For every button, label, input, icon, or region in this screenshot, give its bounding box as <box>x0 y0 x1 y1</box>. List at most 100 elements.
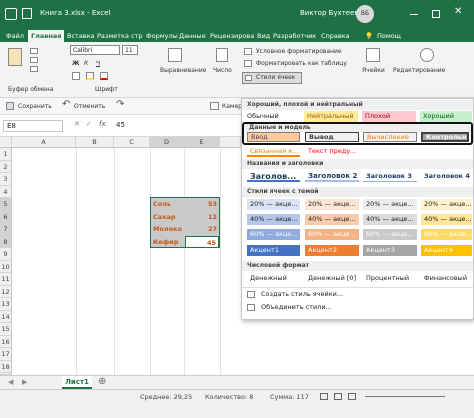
style-good[interactable]: Хороший <box>420 111 472 122</box>
search-icon[interactable] <box>420 48 434 62</box>
style-60-accent3[interactable]: 60% — акце... <box>363 229 417 240</box>
active-cell[interactable]: 45 <box>185 235 219 248</box>
table-cell-value[interactable]: 12 <box>185 211 219 223</box>
row-header[interactable]: 16 <box>0 335 12 348</box>
style-40-accent3[interactable]: 40% — акце... <box>363 214 417 225</box>
style-currency-0[interactable]: Денежный [0] <box>305 273 359 284</box>
zoom-slider[interactable] <box>365 396 445 397</box>
select-all-corner[interactable] <box>0 137 12 148</box>
redo-icon[interactable]: ↷ <box>116 99 124 110</box>
fx-button[interactable]: fx <box>99 120 106 128</box>
style-accent3[interactable]: Акцент3 <box>363 245 417 256</box>
style-heading-4[interactable]: Заголовок 4 <box>421 171 472 182</box>
minimize-icon[interactable] <box>410 14 418 15</box>
conditional-format-icon[interactable] <box>244 48 252 55</box>
row-header[interactable]: 6 <box>0 210 12 223</box>
format-table-button[interactable]: Форматировать как таблицу <box>256 60 347 67</box>
style-heading-1[interactable]: Заголов... <box>247 171 300 182</box>
font-color-icon[interactable] <box>100 72 108 80</box>
name-box[interactable]: E8 <box>3 120 63 132</box>
table-cell-value[interactable]: 53 <box>185 198 219 210</box>
undo-icon[interactable]: ↶ <box>62 99 70 110</box>
tab-insert[interactable]: Вставка <box>64 30 98 42</box>
page-layout-icon[interactable] <box>334 393 342 400</box>
style-accounting[interactable]: Финансовый <box>421 273 472 284</box>
font-size-select[interactable]: 11 <box>122 45 138 55</box>
copy-icon[interactable] <box>30 57 38 63</box>
next-sheet-icon[interactable]: ▶ <box>22 378 27 386</box>
conditional-format-button[interactable]: Условное форматирование <box>256 48 342 55</box>
style-currency[interactable]: Денежный <box>247 273 300 284</box>
group-cells[interactable]: Ячейки <box>362 67 385 74</box>
style-20-accent4[interactable]: 20% — акце... <box>421 199 472 210</box>
style-20-accent2[interactable]: 20% — акце... <box>305 199 359 210</box>
table-cell-label[interactable]: Кефир <box>151 236 184 248</box>
merge-styles-item[interactable]: Объединить стили... <box>258 302 458 313</box>
column-header[interactable]: C <box>114 137 150 148</box>
style-check-cell[interactable]: Контрольна... <box>421 132 469 142</box>
autosave-icon[interactable] <box>5 8 17 20</box>
row-header[interactable]: 15 <box>0 323 12 336</box>
tab-developer[interactable]: Разработчик <box>270 30 319 42</box>
column-header[interactable]: B <box>76 137 114 148</box>
style-60-accent4[interactable]: 60% — акце... <box>421 229 472 240</box>
style-percent[interactable]: Процентный <box>363 273 417 284</box>
style-neutral[interactable]: Нейтральный <box>304 111 358 122</box>
underline-button[interactable]: Ч <box>96 60 100 67</box>
row-header[interactable]: 1 <box>0 148 12 161</box>
save-icon[interactable] <box>22 8 32 19</box>
format-painter-icon[interactable] <box>30 66 38 72</box>
style-warning-text[interactable]: Текст преду... <box>305 146 359 157</box>
row-header[interactable]: 5 <box>0 198 12 211</box>
style-accent2[interactable]: Акцент2 <box>305 245 359 256</box>
paste-icon[interactable] <box>8 48 22 66</box>
enter-icon[interactable]: ✓ <box>86 120 92 128</box>
style-40-accent2[interactable]: 40% — акце... <box>305 214 359 225</box>
style-40-accent1[interactable]: 40% — акце... <box>247 214 300 225</box>
row-header[interactable]: 13 <box>0 298 12 311</box>
group-editing[interactable]: Редактирование <box>393 67 445 74</box>
style-20-accent3[interactable]: 20% — акце... <box>363 199 417 210</box>
table-cell-value[interactable]: 27 <box>185 223 219 235</box>
fill-color-icon[interactable] <box>86 72 94 80</box>
qat-save-button[interactable]: Сохранить <box>18 103 52 110</box>
cut-icon[interactable] <box>30 48 38 54</box>
tab-data[interactable]: Данные <box>176 30 209 42</box>
style-20-accent1[interactable]: 20% — акце... <box>247 199 300 210</box>
row-header[interactable]: 14 <box>0 310 12 323</box>
style-normal[interactable]: Обычный <box>244 111 299 122</box>
column-header[interactable]: D <box>150 137 184 148</box>
row-header[interactable]: 11 <box>0 273 12 286</box>
column-header[interactable]: A <box>12 137 76 148</box>
style-heading-2[interactable]: Заголовок 2 <box>305 171 359 182</box>
tab-home[interactable]: Главная <box>28 30 65 42</box>
tab-tell-me[interactable]: Помощ <box>374 30 404 42</box>
prev-sheet-icon[interactable]: ◀ <box>8 378 13 386</box>
qat-undo-button[interactable]: Отменить <box>74 103 105 110</box>
tab-page-layout[interactable]: Разметка стр <box>94 30 146 42</box>
style-accent4[interactable]: Акцент4 <box>421 245 472 256</box>
style-accent1[interactable]: Акцент1 <box>247 245 300 256</box>
row-header[interactable]: 3 <box>0 173 12 186</box>
save-icon[interactable] <box>6 102 14 110</box>
row-header[interactable]: 2 <box>0 160 12 173</box>
style-input[interactable]: Ввод <box>247 132 300 142</box>
add-sheet-icon[interactable]: ⊕ <box>98 376 106 387</box>
row-header[interactable]: 4 <box>0 185 12 198</box>
table-cell-label[interactable]: Сахар <box>151 211 184 223</box>
row-header[interactable]: 18 <box>0 360 12 373</box>
italic-button[interactable]: К <box>84 60 88 67</box>
tab-help[interactable]: Справка <box>318 30 353 42</box>
group-alignment[interactable]: Выравнивание <box>160 67 206 74</box>
row-header[interactable]: 12 <box>0 285 12 298</box>
style-bad[interactable]: Плохой <box>362 111 416 122</box>
percent-icon[interactable] <box>216 48 228 62</box>
style-60-accent1[interactable]: 60% — акце... <box>247 229 300 240</box>
new-cell-style-item[interactable]: Создать стиль ячейки... <box>258 289 458 300</box>
style-linked-cell[interactable]: Связанная я... <box>247 146 300 157</box>
borders-icon[interactable] <box>72 72 80 80</box>
style-heading-3[interactable]: Заголовок 3 <box>363 171 417 182</box>
cells-icon[interactable] <box>366 48 380 62</box>
row-header[interactable]: 10 <box>0 260 12 273</box>
table-cell-label[interactable]: Соль <box>151 198 184 210</box>
